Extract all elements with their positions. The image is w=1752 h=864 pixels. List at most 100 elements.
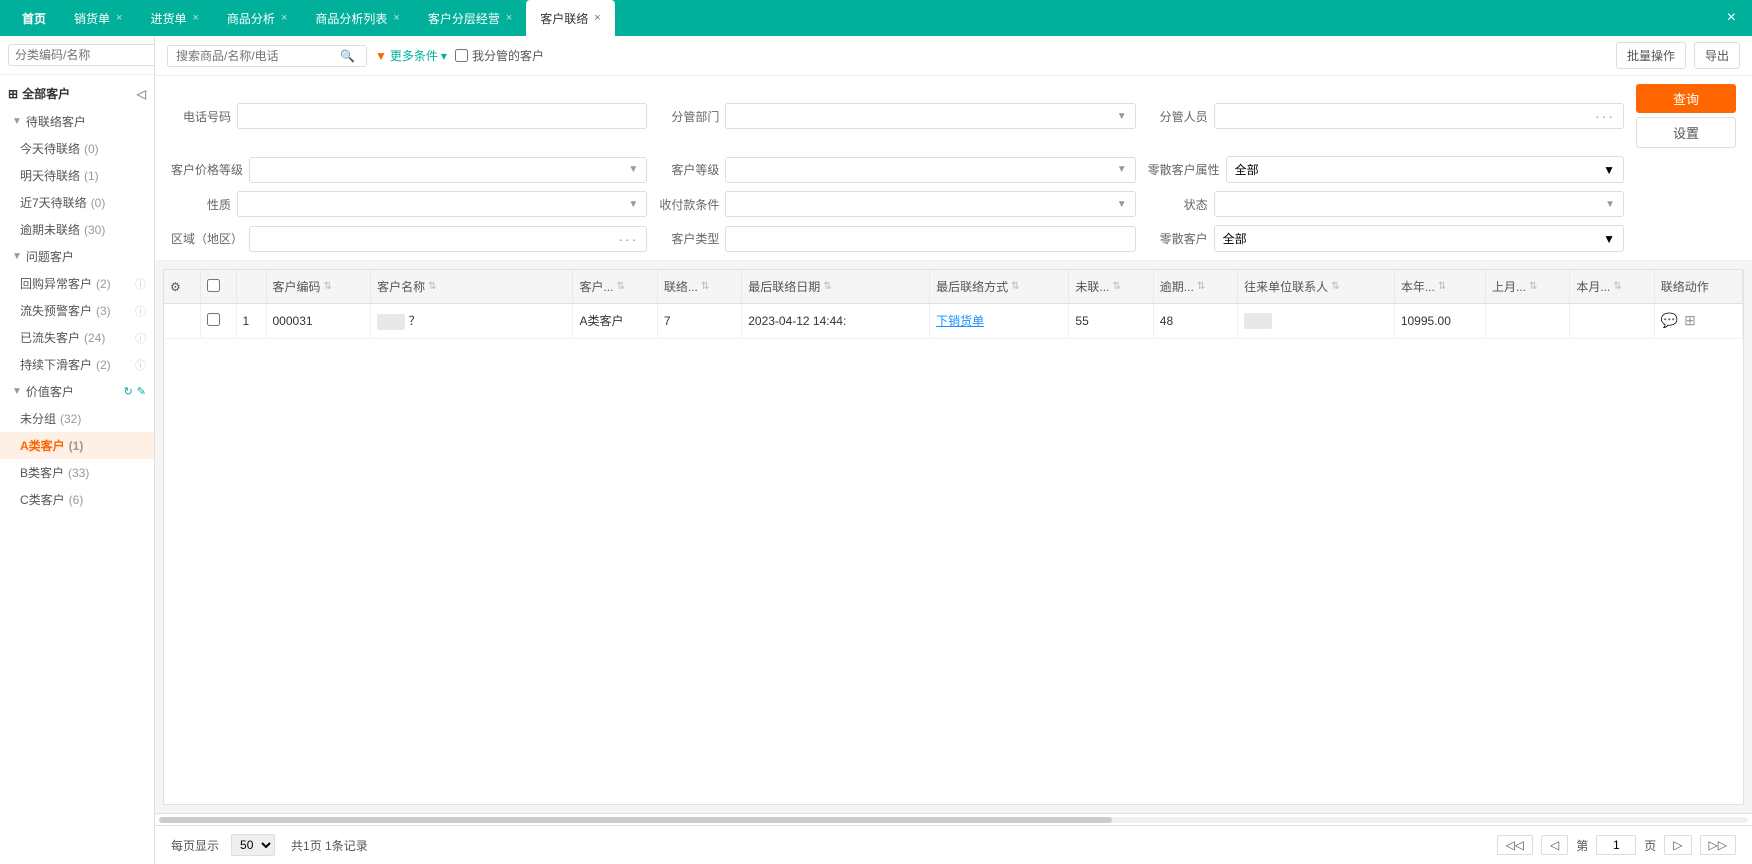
table-row: 1 000031 ？ A类客户 7 2023-04-12 14:44: 下销货单… [164,304,1743,339]
close-all-button[interactable]: × [1719,9,1744,27]
sort-method-icon[interactable]: ⇅ [1011,281,1019,292]
filter-search-icon[interactable]: 🔍 [340,49,355,63]
sort-no-contact-icon[interactable]: ⇅ [1112,281,1120,292]
page-size-select[interactable]: 50 [231,834,275,856]
close-purchase-tab[interactable]: × [192,12,198,24]
select-all-checkbox[interactable] [207,279,220,292]
scrollbar-thumb[interactable] [159,817,1112,823]
sidebar-item-ungrouped[interactable]: 未分组 (32) [0,405,154,432]
sidebar-item-overdue[interactable]: 逾期未联络 (30) [0,216,154,243]
nav-tab-home[interactable]: 首页 [8,0,60,36]
sort-code-icon[interactable]: ⇅ [324,281,332,292]
price-tier-select[interactable]: ▼ [249,157,647,183]
prev-prev-page-button[interactable]: ◁◁ [1497,835,1533,855]
th-this-month: 本月... ⇅ [1570,270,1654,304]
customer-type-input[interactable] [725,226,1135,252]
status-select[interactable]: ▼ [1214,191,1624,217]
table-header-row: ⚙ 客户编码 ⇅ [164,270,1743,304]
th-contact: 联络... ⇅ [657,270,741,304]
next-page-button[interactable]: ▷ [1664,835,1691,855]
qr-icon[interactable]: ⊞ [1684,312,1696,329]
horizontal-scrollbar[interactable] [155,813,1752,825]
sidebar-item-churned[interactable]: 已流失客户 (24) ⓘ [0,324,154,351]
phone-input[interactable] [237,103,647,129]
sidebar-item-churn-warn[interactable]: 流失预警客户 (3) ⓘ [0,297,154,324]
edit-group-icon[interactable]: ✎ [137,385,146,398]
sidebar-section-pending[interactable]: ▼ 待联络客户 [0,108,154,135]
last-contact-method-link[interactable]: 下销货单 [936,314,984,328]
th-action: 联络动作 [1654,270,1742,304]
sidebar-item-c-class[interactable]: C类客户 (6) [0,486,154,513]
retail-attr-field: 零散客户属性 全部 ▼ [1148,156,1624,183]
sidebar-all-customers[interactable]: ⊞ 全部客户 ◁ [0,79,154,108]
td-checkbox [200,304,236,339]
sort-last-month-icon[interactable]: ⇅ [1529,281,1537,292]
region-select[interactable]: ··· [249,226,647,252]
nav-tab-purchase[interactable]: 进货单 × [136,0,212,36]
nature-select[interactable]: ▼ [237,191,647,217]
dept-select[interactable]: ▼ [725,103,1135,129]
close-product-analysis-tab[interactable]: × [281,12,287,24]
sidebar-item-week[interactable]: 近7天待联络 (0) [0,189,154,216]
customer-tier-select[interactable]: ▼ [725,157,1135,183]
my-customers-checkbox[interactable] [455,49,468,62]
query-button[interactable]: 查询 [1636,84,1736,113]
info-icon-3: ⓘ [135,330,146,346]
phone-field: 电话号码 [171,103,647,129]
manager-select[interactable]: ··· [1214,103,1624,129]
page-number-input[interactable] [1596,835,1636,855]
export-button[interactable]: 导出 [1694,42,1740,69]
setting-button[interactable]: 设置 [1636,117,1736,148]
nav-tab-product-analysis-list[interactable]: 商品分析列表 × [301,0,413,36]
td-gear [164,304,200,339]
filter-search-input[interactable] [176,49,336,63]
td-contact: 7 [657,304,741,339]
main-layout: 🔍 ⊞ 全部客户 ◁ ▼ 待联络客户 今天待联络 (0) 明天待联络 (1) [0,36,1752,864]
table-area: ⚙ 客户编码 ⇅ [163,269,1744,805]
nav-tab-sales[interactable]: 销货单 × [60,0,136,36]
close-sales-tab[interactable]: × [116,12,122,24]
sort-date-icon[interactable]: ⇅ [823,281,831,292]
sidebar-item-today[interactable]: 今天待联络 (0) [0,135,154,162]
th-name: 客户名称 ⇅ [371,270,573,304]
retail-attr-select[interactable]: 全部 ▼ [1226,156,1624,183]
sort-this-month-icon[interactable]: ⇅ [1613,281,1621,292]
close-customer-contact-tab[interactable]: × [594,12,600,24]
gear-icon[interactable]: ⚙ [170,280,181,294]
nav-tab-product-analysis[interactable]: 商品分析 × [213,0,301,36]
batch-operation-button[interactable]: 批量操作 [1616,42,1686,69]
collapse-icon[interactable]: ◁ [137,87,146,101]
sidebar-item-b-class[interactable]: B类客户 (33) [0,459,154,486]
filter-search-box: 🔍 [167,45,367,67]
arrow-down-icon: ▼ [12,116,22,127]
sidebar-item-tomorrow[interactable]: 明天待联络 (1) [0,162,154,189]
sidebar-item-repurchase[interactable]: 回购异常客户 (2) ⓘ [0,270,154,297]
close-customer-tier-tab[interactable]: × [506,12,512,24]
sort-contact-icon[interactable]: ⇅ [701,281,709,292]
refresh-icon[interactable]: ↻ [124,385,133,398]
sidebar-section-problem[interactable]: ▼ 问题客户 [0,243,154,270]
chat-icon[interactable]: 💬 [1661,312,1678,329]
dept-field: 分管部门 ▼ [659,103,1135,129]
sidebar-search-input[interactable] [8,44,155,66]
sort-this-year-icon[interactable]: ⇅ [1438,281,1446,292]
prev-page-button[interactable]: ◁ [1541,835,1568,855]
customer-tier-field: 客户等级 ▼ [659,157,1135,183]
row-checkbox[interactable] [207,313,220,326]
sidebar-item-declining[interactable]: 持续下滑客户 (2) ⓘ [0,351,154,378]
nav-tab-customer-contact[interactable]: 客户联络 × [526,0,614,36]
sort-overdue-icon[interactable]: ⇅ [1197,281,1205,292]
retail-customer-select[interactable]: 全部 ▼ [1214,225,1624,252]
sidebar-item-a-class[interactable]: A类客户 (1) [0,432,154,459]
sort-name-icon[interactable]: ⇅ [428,281,436,292]
close-product-analysis-list-tab[interactable]: × [393,12,399,24]
sort-unit-contact-icon[interactable]: ⇅ [1331,281,1339,292]
next-next-page-button[interactable]: ▷▷ [1700,835,1736,855]
nav-tab-customer-tier[interactable]: 客户分层经营 × [414,0,526,36]
filter-row-1: 电话号码 分管部门 ▼ 分管人员 ··· 查询 设置 [171,84,1736,148]
sort-type-icon[interactable]: ⇅ [616,281,624,292]
sidebar-section-value[interactable]: ▼ 价值客户 ↻ ✎ [0,378,154,405]
payment-select[interactable]: ▼ [725,191,1135,217]
filter-more-conditions[interactable]: ▼ 更多条件 ▾ [375,47,447,64]
th-this-year: 本年... ⇅ [1394,270,1485,304]
